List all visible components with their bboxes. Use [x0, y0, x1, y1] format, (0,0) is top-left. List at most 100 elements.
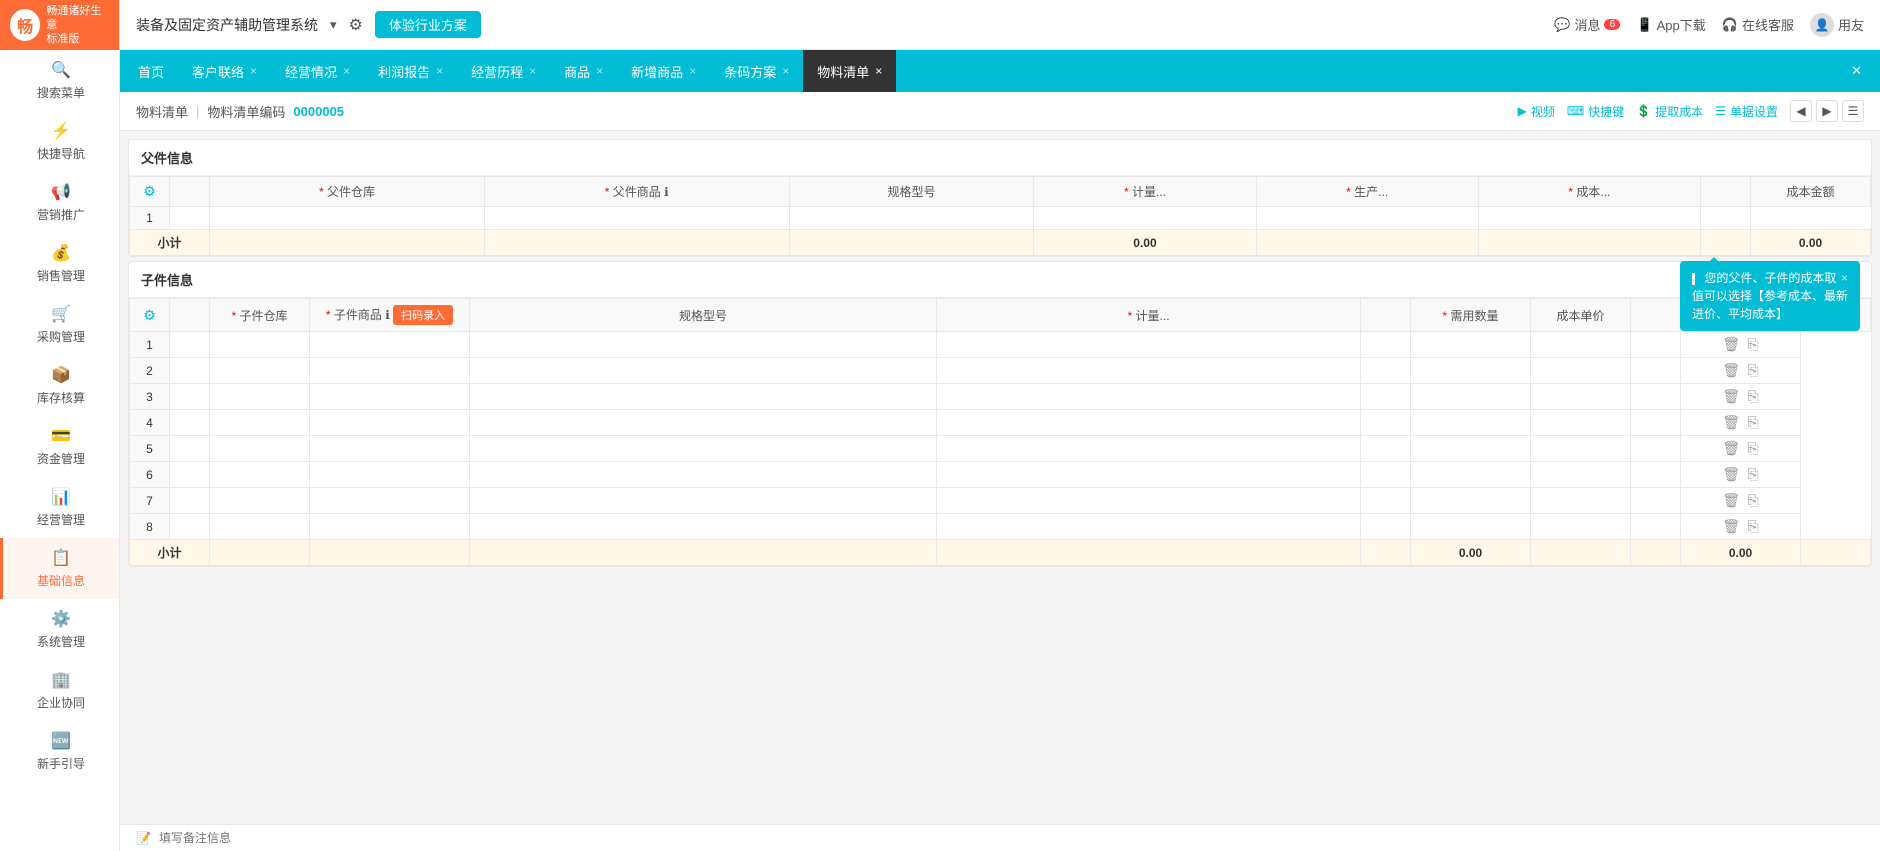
sidebar-item-finance[interactable]: 💳 资金管理: [0, 416, 119, 477]
parent-col-production: * 生产...: [1256, 177, 1478, 207]
note-input[interactable]: [159, 831, 1864, 845]
copy-icon-5[interactable]: ⎘: [1747, 440, 1758, 456]
sales-icon: 💰: [51, 243, 71, 263]
child-row6-actions: 🗑 ⎘: [1681, 462, 1801, 488]
copy-icon-2[interactable]: ⎘: [1747, 362, 1758, 378]
copy-icon-1[interactable]: ⎘: [1747, 336, 1758, 352]
copy-icon-8[interactable]: ⎘: [1747, 518, 1758, 534]
sidebar-item-guide[interactable]: 🆕 新手引导: [0, 721, 119, 782]
sidebar-item-purchase[interactable]: 🛒 采购管理: [0, 294, 119, 355]
action-shortcut[interactable]: ⌨ 快捷键: [1567, 103, 1624, 120]
delete-icon-1[interactable]: 🗑: [1722, 336, 1740, 352]
copy-icon-7[interactable]: ⎘: [1747, 492, 1758, 508]
tab-close-profit[interactable]: ×: [436, 64, 443, 78]
child-settings-gear-icon[interactable]: ⚙: [143, 307, 156, 323]
copy-icon-4[interactable]: ⎘: [1747, 414, 1758, 430]
parent-section-title: 父件信息: [129, 140, 1871, 176]
tab-customer[interactable]: 客户联络 ×: [178, 50, 271, 92]
cost-tooltip: × 您的父件、子件的成本取值可以选择【参考成本、最新进价、平均成本】: [1680, 261, 1860, 331]
parent-row1-goods[interactable]: [210, 207, 485, 230]
child-row: 7 🗑 ⎘: [130, 488, 1871, 514]
child-subtotal-label: 小计: [130, 540, 210, 566]
dropdown-icon[interactable]: ▾: [330, 17, 337, 33]
nav-prev-btn[interactable]: ◀: [1790, 100, 1812, 122]
action-single-setting[interactable]: ☰ 单据设置: [1715, 103, 1778, 120]
sidebar-item-marketing[interactable]: 📢 营销推广: [0, 172, 119, 233]
nav-menu-btn[interactable]: ☰: [1842, 100, 1864, 122]
tab-close-barcode[interactable]: ×: [782, 64, 789, 78]
delete-icon-4[interactable]: 🗑: [1722, 414, 1740, 430]
sidebar-item-operation[interactable]: 📊 经营管理: [0, 477, 119, 538]
child-subtotal-qty: 0.00: [1411, 540, 1531, 566]
delete-icon-7[interactable]: 🗑: [1722, 492, 1740, 508]
child-col-extra2: [1631, 299, 1681, 332]
topbar-left: 装备及固定资产辅助管理系统 ▾ ⚙ 体验行业方案: [136, 11, 481, 38]
tab-close-new-goods[interactable]: ×: [689, 64, 696, 78]
parent-row1-num: 1: [130, 207, 170, 230]
message-button[interactable]: 💬 消息 6: [1554, 15, 1620, 34]
child-col-settings[interactable]: ⚙: [130, 299, 170, 332]
parent-row1-production[interactable]: [1034, 207, 1256, 230]
experience-button[interactable]: 体验行业方案: [375, 11, 481, 38]
sidebar: 畅 畅通诸好生意 标准版 🔍 搜索菜单 ⚡ 快捷导航 📢 营销推广 💰 销售管理…: [0, 0, 120, 851]
user-icon: 👤: [1810, 13, 1834, 37]
tab-barcode[interactable]: 条码方案 ×: [710, 50, 803, 92]
scan-button[interactable]: 扫码录入: [393, 305, 453, 325]
child-col-unit: * 计量...: [937, 299, 1361, 332]
action-cost[interactable]: 💲 提取成本: [1636, 103, 1703, 120]
sidebar-item-sales[interactable]: 💰 销售管理: [0, 233, 119, 294]
parent-col-settings[interactable]: ⚙: [130, 177, 170, 207]
child-section: 子件信息 ⚙ * 子件仓库 * 子件商品 ℹ 扫码录入: [128, 261, 1872, 567]
sidebar-item-quick-nav[interactable]: ⚡ 快捷导航: [0, 111, 119, 172]
delete-icon-2[interactable]: 🗑: [1722, 362, 1740, 378]
tab-close-material[interactable]: ×: [875, 64, 882, 78]
inventory-icon: 📦: [51, 365, 71, 385]
app-download-button[interactable]: 📱 App下载: [1636, 15, 1705, 34]
tooltip-text: 您的父件、子件的成本取值可以选择【参考成本、最新进价、平均成本】: [1692, 271, 1848, 321]
parent-row1-unit[interactable]: [789, 207, 1034, 230]
sidebar-item-search[interactable]: 🔍 搜索菜单: [0, 50, 119, 111]
tab-material[interactable]: 物料清单 ×: [803, 50, 896, 92]
sidebar-item-inventory[interactable]: 📦 库存核算: [0, 355, 119, 416]
delete-icon-8[interactable]: 🗑: [1722, 518, 1740, 534]
tab-close-goods[interactable]: ×: [596, 64, 603, 78]
parent-subtotal-amount: 0.00: [1751, 230, 1871, 256]
topbar-right: 💬 消息 6 📱 App下载 🎧 在线客服 👤 用友: [1554, 13, 1864, 37]
tab-history[interactable]: 经营历程 ×: [457, 50, 550, 92]
child-row: 2 🗑 ⎘: [130, 358, 1871, 384]
delete-icon-6[interactable]: 🗑: [1722, 466, 1740, 482]
parent-row1-warehouse[interactable]: [170, 207, 210, 230]
tab-close-all[interactable]: ✕: [1837, 50, 1876, 92]
tooltip-close-button[interactable]: ×: [1841, 269, 1848, 287]
bottom-bar: 📝: [120, 824, 1880, 851]
settings-icon[interactable]: ⚙: [349, 15, 363, 35]
tab-home[interactable]: 首页: [124, 50, 178, 92]
sidebar-item-enterprise[interactable]: 🏢 企业协同: [0, 660, 119, 721]
copy-icon-6[interactable]: ⎘: [1747, 466, 1758, 482]
settings-gear-icon[interactable]: ⚙: [143, 183, 156, 199]
delete-icon-3[interactable]: 🗑: [1722, 388, 1740, 404]
shortcut-icon: ⌨: [1567, 104, 1584, 118]
parent-row1-spec[interactable]: [484, 207, 789, 230]
tab-close-customer[interactable]: ×: [250, 64, 257, 78]
operation-icon: 📊: [51, 487, 71, 507]
doc-code: 0000005: [293, 104, 344, 119]
purchase-icon: 🛒: [51, 304, 71, 324]
page-header: 物料清单 | 物料清单编码 0000005 ▶ 视频 ⌨ 快捷键 💲 提取成本: [120, 92, 1880, 131]
tab-close-operations[interactable]: ×: [343, 64, 350, 78]
user-button[interactable]: 👤 用友: [1810, 13, 1864, 37]
tab-new-goods[interactable]: 新增商品 ×: [617, 50, 710, 92]
tab-profit[interactable]: 利润报告 ×: [364, 50, 457, 92]
delete-icon-5[interactable]: 🗑: [1722, 440, 1740, 456]
action-view[interactable]: ▶ 视频: [1518, 103, 1555, 120]
sidebar-item-basic-info[interactable]: 📋 基础信息: [0, 538, 119, 599]
sidebar-item-system[interactable]: ⚙️ 系统管理: [0, 599, 119, 660]
tab-operations[interactable]: 经营情况 ×: [271, 50, 364, 92]
copy-icon-3[interactable]: ⎘: [1747, 388, 1758, 404]
online-service-button[interactable]: 🎧 在线客服: [1722, 15, 1794, 34]
parent-row1-cost[interactable]: [1256, 207, 1478, 230]
tab-close-history[interactable]: ×: [529, 64, 536, 78]
parent-table: ⚙ * 父件仓库 * 父件商品 ℹ 规格型号 * 计量... * 生产... *…: [129, 176, 1871, 256]
tab-goods[interactable]: 商品 ×: [550, 50, 617, 92]
nav-next-btn[interactable]: ▶: [1816, 100, 1838, 122]
